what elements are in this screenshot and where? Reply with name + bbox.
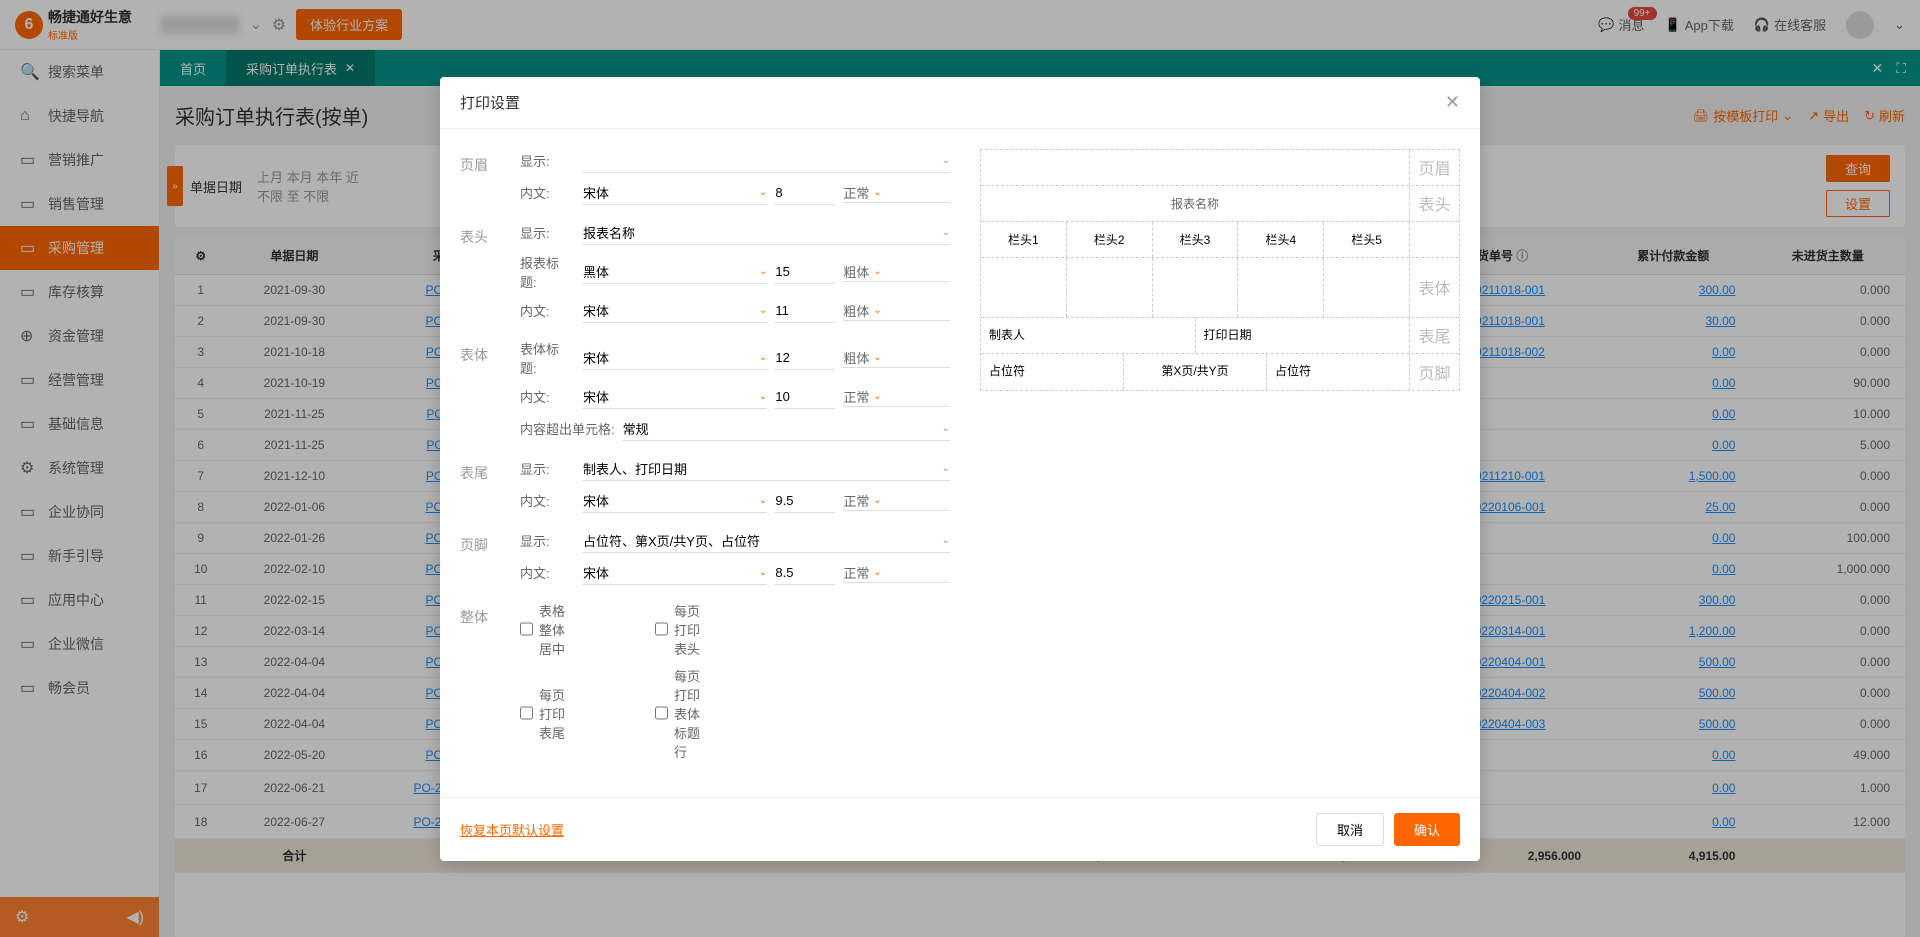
settings-panel: 页眉 显示: ⌄ 内文: ⌄ 正常⌄ 表头 (460, 149, 950, 777)
preview-report-name: 报表名称 (981, 186, 1409, 221)
chevron-down-icon: ⌄ (759, 305, 767, 316)
tail-font-select[interactable]: ⌄ (583, 489, 767, 513)
preview-col: 栏头2 (1067, 222, 1153, 257)
overflow-select[interactable]: ⌄ (623, 417, 950, 441)
body-font-select[interactable]: ⌄ (583, 385, 767, 409)
header-show-select[interactable]: ⌄ (583, 149, 950, 173)
section-body: 表体 (460, 339, 500, 449)
preview-maker: 制表人 (981, 318, 1196, 353)
header-size-input[interactable] (775, 181, 835, 205)
cancel-button[interactable]: 取消 (1316, 813, 1384, 846)
chevron-down-icon: ⌄ (873, 391, 881, 402)
check-head-each[interactable]: 每页打印表头 (655, 601, 710, 658)
head-title-weight-select[interactable]: 粗体⌄ (843, 262, 950, 282)
tail-weight-select[interactable]: 正常⌄ (843, 491, 950, 511)
preview-col: 栏头1 (981, 222, 1067, 257)
chevron-down-icon: ⌄ (873, 567, 881, 578)
preview-print-date: 打印日期 (1196, 318, 1410, 353)
section-footer: 页脚 (460, 529, 500, 593)
modal-footer: 恢复本页默认设置 取消 确认 (440, 797, 1480, 861)
head-show-select[interactable]: ⌄ (583, 221, 950, 245)
body-weight-select[interactable]: 正常⌄ (843, 387, 950, 407)
head-size-input[interactable] (775, 299, 835, 323)
chevron-down-icon: ⌄ (759, 495, 767, 506)
chevron-down-icon: ⌄ (759, 391, 767, 402)
section-tail: 表尾 (460, 457, 500, 521)
preview-col: 栏头3 (1153, 222, 1239, 257)
print-settings-modal: 打印设置 ✕ 页眉 显示: ⌄ 内文: ⌄ 正常⌄ (440, 77, 1480, 861)
header-weight-select[interactable]: 正常⌄ (843, 183, 950, 203)
footer-size-input[interactable] (775, 561, 835, 585)
chevron-down-icon: ⌄ (759, 567, 767, 578)
body-size-input[interactable] (775, 385, 835, 409)
modal-title: 打印设置 (460, 92, 520, 113)
header-font-select[interactable]: ⌄ (583, 181, 767, 205)
head-title-font-select[interactable]: ⌄ (583, 260, 767, 284)
chevron-down-icon: ⌄ (759, 266, 767, 277)
body-title-size-input[interactable] (775, 346, 835, 370)
head-title-size-input[interactable] (775, 260, 835, 284)
preview-col: 栏头4 (1238, 222, 1324, 257)
chevron-down-icon: ⌄ (942, 227, 950, 238)
preview-body-label: 表体 (1409, 258, 1459, 317)
preview-tail-label: 表尾 (1409, 318, 1459, 353)
body-title-weight-select[interactable]: 粗体⌄ (843, 348, 950, 368)
preview-page: 第X页/共Y页 (1124, 354, 1267, 390)
section-overall: 整体 (460, 601, 500, 769)
head-font-select[interactable]: ⌄ (583, 299, 767, 323)
chevron-down-icon: ⌄ (942, 155, 950, 166)
chevron-down-icon: ⌄ (873, 352, 881, 363)
preview-ph1: 占位符 (981, 354, 1124, 390)
confirm-button[interactable]: 确认 (1394, 813, 1460, 846)
body-title-font-select[interactable]: ⌄ (583, 346, 767, 370)
check-body-title-each[interactable]: 每页打印表体标题行 (655, 666, 710, 761)
chevron-down-icon: ⌄ (759, 187, 767, 198)
preview-head-label: 表头 (1409, 186, 1459, 221)
preview-footer-label: 页脚 (1409, 354, 1459, 390)
head-weight-select[interactable]: 粗体⌄ (843, 301, 950, 321)
preview-header-label: 页眉 (1409, 150, 1459, 185)
footer-show-select[interactable]: ⌄ (583, 529, 950, 553)
chevron-down-icon: ⌄ (873, 305, 881, 316)
modal-header: 打印设置 ✕ (440, 77, 1480, 129)
chevron-down-icon: ⌄ (873, 495, 881, 506)
footer-weight-select[interactable]: 正常⌄ (843, 563, 950, 583)
chevron-down-icon: ⌄ (942, 463, 950, 474)
reset-link[interactable]: 恢复本页默认设置 (460, 820, 564, 839)
check-center[interactable]: 表格整体居中 (520, 601, 575, 658)
chevron-down-icon: ⌄ (942, 423, 950, 434)
section-header: 页眉 (460, 149, 500, 213)
footer-font-select[interactable]: ⌄ (583, 561, 767, 585)
preview-col: 栏头5 (1324, 222, 1409, 257)
chevron-down-icon: ⌄ (873, 266, 881, 277)
tail-size-input[interactable] (775, 489, 835, 513)
tail-show-select[interactable]: ⌄ (583, 457, 950, 481)
chevron-down-icon: ⌄ (942, 535, 950, 546)
check-tail-each[interactable]: 每页打印表尾 (520, 685, 575, 742)
close-icon[interactable]: ✕ (1445, 92, 1460, 113)
chevron-down-icon: ⌄ (759, 352, 767, 363)
section-head: 表头 (460, 221, 500, 331)
chevron-down-icon: ⌄ (873, 187, 881, 198)
preview-ph2: 占位符 (1267, 354, 1409, 390)
preview-panel: 页眉 报表名称 表头 栏头1栏头2栏头3栏头4栏头5 表体 (980, 149, 1460, 777)
